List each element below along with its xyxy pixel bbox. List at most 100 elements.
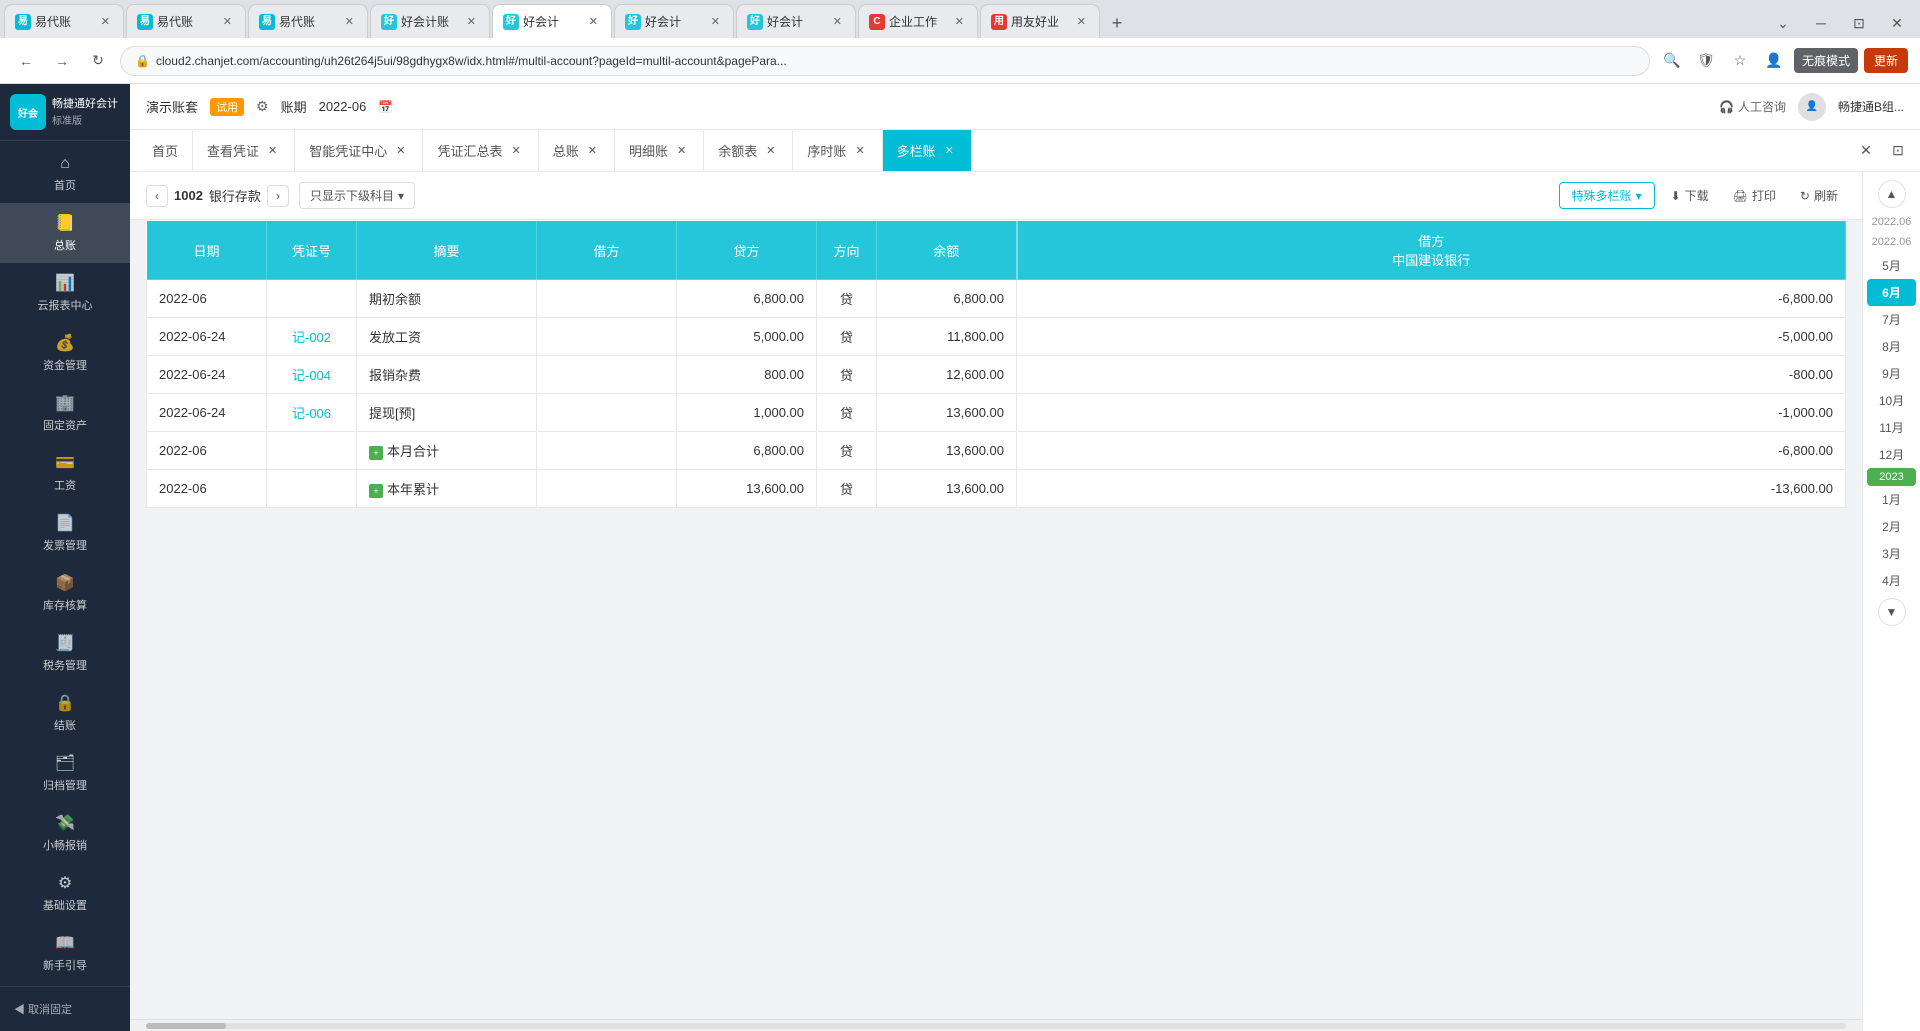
sidebar-item-invoice[interactable]: 📄 发票管理 (0, 503, 130, 563)
tab-smart-close[interactable]: ✕ (393, 143, 408, 158)
tab-close-1[interactable]: ✕ (98, 14, 113, 29)
scroll-thumb[interactable] (146, 1023, 226, 1029)
cell-voucher-3[interactable]: 记-006 (267, 394, 357, 432)
url-bar[interactable]: 🔒 cloud2.chanjet.com/accounting/uh26t264… (120, 46, 1650, 76)
sub-account-toggle[interactable]: 只显示下级科目 ▾ (299, 182, 415, 209)
tab-yidaizhang-2[interactable]: 易 易代账 ✕ (126, 4, 246, 38)
tab-voucher[interactable]: 查看凭证 ✕ (193, 130, 295, 172)
restore-button[interactable]: ⊡ (1844, 8, 1874, 38)
tab-close-6[interactable]: ✕ (708, 14, 723, 29)
tab-voucher-summary[interactable]: 凭证汇总表 ✕ (423, 130, 538, 172)
cell-debit-1 (537, 318, 677, 356)
tab-general-ledger[interactable]: 总账 ✕ (539, 130, 615, 172)
timeline-month-6[interactable]: 6月 (1867, 279, 1916, 306)
tab-journal-close[interactable]: ✕ (852, 143, 867, 158)
timeline-month-3[interactable]: 3月 (1863, 540, 1920, 567)
print-button[interactable]: 🖨 打印 (1725, 183, 1784, 208)
print-icon: 🖨 (1733, 189, 1748, 203)
tab-enterprise[interactable]: C 企业工作 ✕ (858, 4, 978, 38)
sidebar-item-guide[interactable]: 📖 新手引导 (0, 923, 130, 983)
reload-button[interactable]: ↻ (84, 47, 112, 75)
sidebar-item-tax[interactable]: 🧾 税务管理 (0, 623, 130, 683)
sidebar-item-reports[interactable]: 📊 云报表中心 (0, 263, 130, 323)
sidebar-item-capital[interactable]: 💰 资金管理 (0, 323, 130, 383)
settings-gear-icon[interactable]: ⚙ (256, 98, 269, 115)
tab-detail[interactable]: 明细账 ✕ (615, 130, 704, 172)
horizontal-scrollbar[interactable] (130, 1019, 1862, 1031)
tab-close-2[interactable]: ✕ (220, 14, 235, 29)
tab-haokuaiji-active[interactable]: 好 好会计 ✕ (492, 4, 612, 38)
tab-balance-close[interactable]: ✕ (763, 143, 778, 158)
tab-close-9[interactable]: ✕ (1074, 14, 1089, 29)
multi-col-button[interactable]: 特殊多栏账 ▾ (1559, 182, 1655, 209)
tabs-collapse-button[interactable]: ✕ (1852, 137, 1880, 165)
timeline-month-9[interactable]: 9月 (1863, 360, 1920, 387)
tab-close-3[interactable]: ✕ (342, 14, 357, 29)
sidebar-item-assets[interactable]: 🏢 固定资产 (0, 383, 130, 443)
search-browser-icon[interactable]: 🔍 (1658, 47, 1686, 75)
download-button[interactable]: ⬇ 下载 (1663, 183, 1717, 208)
tab-close-5[interactable]: ✕ (586, 14, 601, 29)
tab-yidaizhang-3[interactable]: 易 易代账 ✕ (248, 4, 368, 38)
unpin-button[interactable]: ◀ 取消固定 (8, 995, 122, 1023)
sidebar-item-inventory[interactable]: 📦 库存核算 (0, 563, 130, 623)
timeline-month-8[interactable]: 8月 (1863, 333, 1920, 360)
sidebar-item-salary[interactable]: 💳 工资 (0, 443, 130, 503)
tab-list-button[interactable]: ⌄ (1768, 8, 1798, 38)
tabs-expand-button[interactable]: ⊡ (1884, 137, 1912, 165)
timeline-scroll-down[interactable]: ▼ (1878, 598, 1906, 626)
consult-button[interactable]: 🎧 人工咨询 (1719, 98, 1786, 115)
refresh-button[interactable]: ↻ 刷新 (1792, 183, 1846, 208)
calendar-icon[interactable]: 📅 (378, 100, 393, 114)
sidebar-item-home[interactable]: ⌂ 首页 (0, 145, 130, 203)
tab-haokuaiji-2[interactable]: 好 好会计 ✕ (614, 4, 734, 38)
tab-multi-col-close[interactable]: ✕ (942, 143, 957, 158)
tab-voucher-summary-close[interactable]: ✕ (509, 143, 524, 158)
tab-close-8[interactable]: ✕ (952, 14, 967, 29)
account-number: 1002 (174, 188, 203, 203)
tab-haokuaiji-1[interactable]: 好 好会计账 ✕ (370, 4, 490, 38)
sidebar-item-archive[interactable]: 🗂 归档管理 (0, 743, 130, 803)
timeline-scroll-up[interactable]: ▲ (1878, 180, 1906, 208)
new-tab-button[interactable]: + (1102, 8, 1132, 38)
tab-balance[interactable]: 余额表 ✕ (704, 130, 793, 172)
timeline-month-12[interactable]: 12月 (1863, 441, 1920, 468)
timeline-month-5[interactable]: 5月 (1863, 252, 1920, 279)
update-button[interactable]: 更新 (1864, 48, 1908, 73)
cell-voucher-2[interactable]: 记-004 (267, 356, 357, 394)
sidebar-item-settings[interactable]: ⚙ 基础设置 (0, 863, 130, 923)
cell-voucher-0 (267, 280, 357, 318)
timeline-month-10[interactable]: 10月 (1863, 387, 1920, 414)
timeline-month-7[interactable]: 7月 (1863, 306, 1920, 333)
tab-smart-voucher[interactable]: 智能凭证中心 ✕ (295, 130, 423, 172)
shield-icon[interactable]: 🛡 (1692, 47, 1720, 75)
minimize-button[interactable]: ─ (1806, 8, 1836, 38)
profile-icon[interactable]: 👤 (1760, 47, 1788, 75)
tab-voucher-close[interactable]: ✕ (265, 143, 280, 158)
tab-multi-col[interactable]: 多栏账 ✕ (883, 130, 972, 172)
close-window-button[interactable]: ✕ (1882, 8, 1912, 38)
account-prev-button[interactable]: ‹ (146, 185, 168, 207)
sidebar-item-close-period[interactable]: 🔒 结账 (0, 683, 130, 743)
tab-close-7[interactable]: ✕ (830, 14, 845, 29)
incognito-button[interactable]: 无痕模式 (1794, 48, 1858, 73)
sidebar-item-expense[interactable]: 💸 小畅报销 (0, 803, 130, 863)
tab-journal[interactable]: 序时账 ✕ (793, 130, 882, 172)
timeline-month-11[interactable]: 11月 (1863, 414, 1920, 441)
bookmark-icon[interactable]: ☆ (1726, 47, 1754, 75)
tab-yonyou[interactable]: 用 用友好业 ✕ (980, 4, 1100, 38)
timeline-month-1[interactable]: 1月 (1863, 486, 1920, 513)
sidebar-item-ledger[interactable]: 📒 总账 (0, 203, 130, 263)
timeline-month-4[interactable]: 4月 (1863, 567, 1920, 594)
back-button[interactable]: ← (12, 47, 40, 75)
forward-button[interactable]: → (48, 47, 76, 75)
tab-home[interactable]: 首页 (138, 130, 193, 172)
cell-voucher-1[interactable]: 记-002 (267, 318, 357, 356)
account-next-button[interactable]: › (267, 185, 289, 207)
tab-general-ledger-close[interactable]: ✕ (585, 143, 600, 158)
tab-close-4[interactable]: ✕ (464, 14, 479, 29)
timeline-month-2[interactable]: 2月 (1863, 513, 1920, 540)
tab-detail-close[interactable]: ✕ (674, 143, 689, 158)
tab-yidaizhang-1[interactable]: 易 易代账 ✕ (4, 4, 124, 38)
tab-haokuaiji-3[interactable]: 好 好会计 ✕ (736, 4, 856, 38)
